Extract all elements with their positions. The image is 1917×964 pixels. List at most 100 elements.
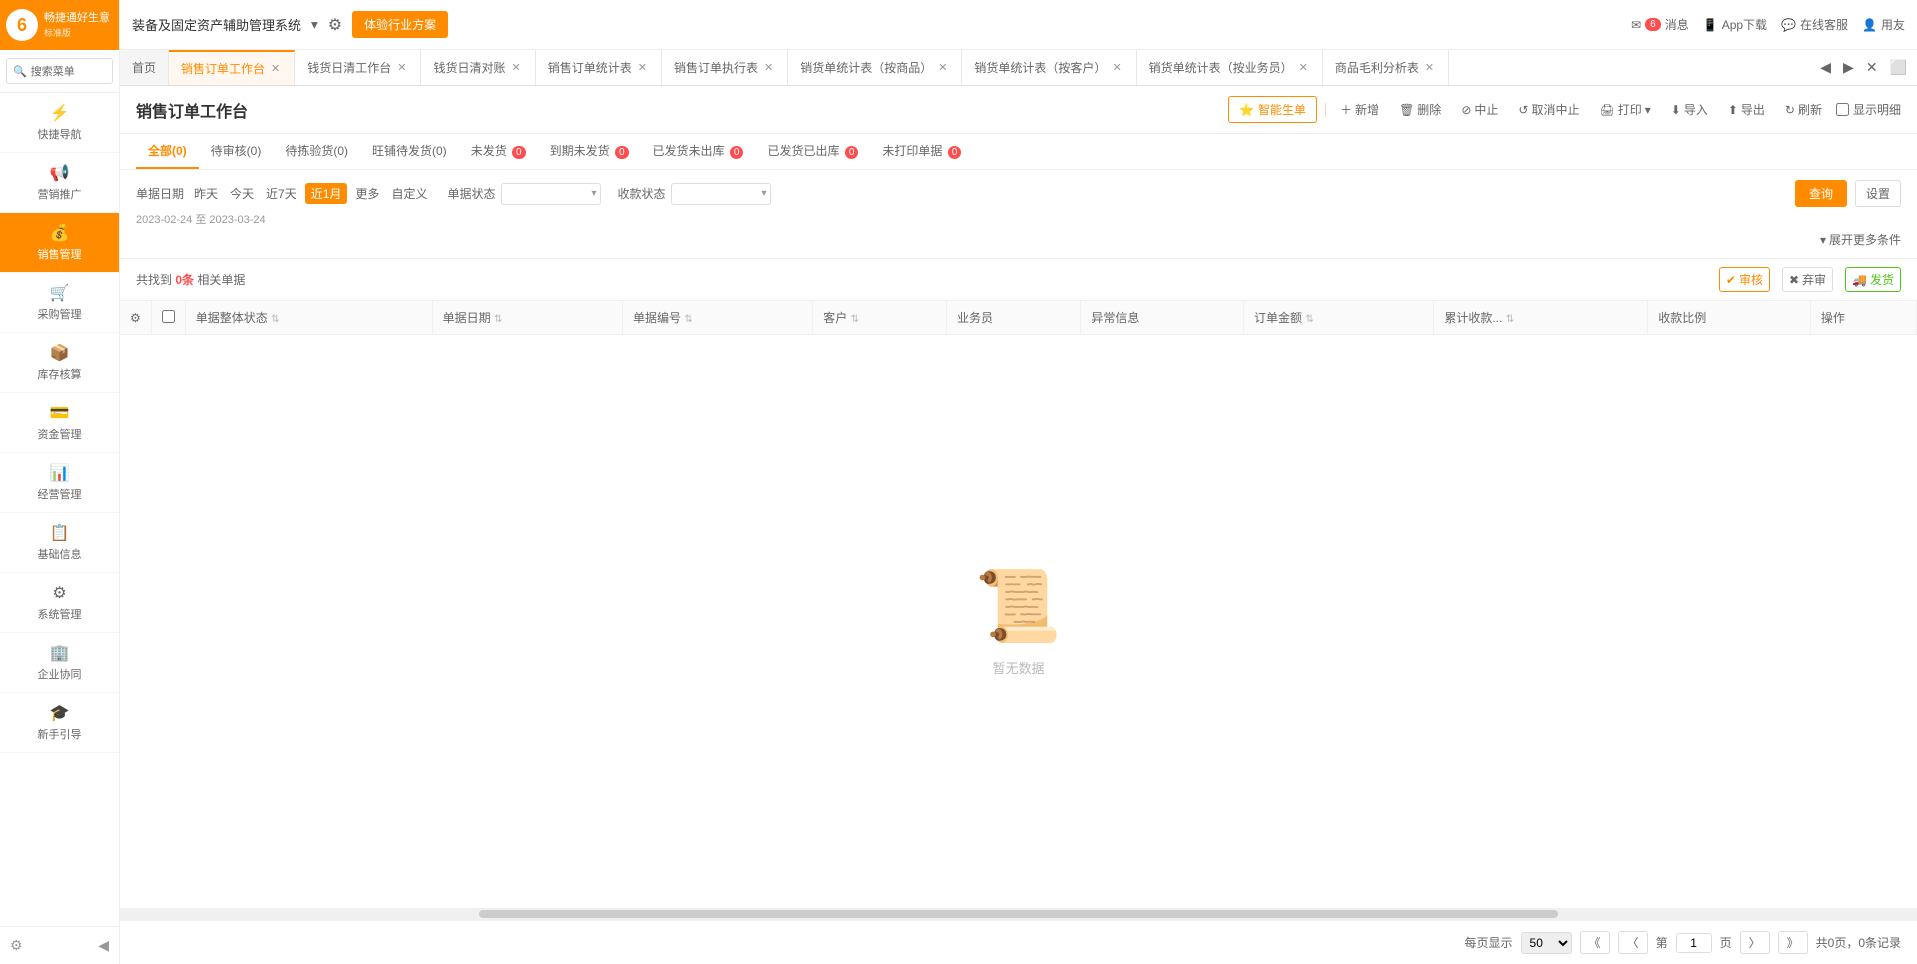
tab-margin-close[interactable]: ✕ [1423,61,1436,74]
tab-home[interactable]: 首页 [120,50,169,86]
tabs-maximize-button[interactable]: ⬜ [1886,57,1911,78]
next-page-button[interactable]: 〉 [1740,931,1770,954]
tabs-next-button[interactable]: ▶ [1839,57,1858,78]
topbar-settings-button[interactable]: ⚙ [328,15,342,35]
user-name-label: 用友 [1881,16,1905,33]
sub-tab-shipped-out[interactable]: 已发货已出库 0 [755,134,870,169]
sidebar-item-purchase[interactable]: 🛒 采购管理 [0,273,119,333]
filter-actions: 查询 设置 [1795,180,1901,207]
horizontal-scrollbar[interactable] [120,908,1917,920]
sidebar-item-sales[interactable]: 💰 销售管理 [0,213,119,273]
sidebar-settings-button[interactable]: ⚙ [10,937,23,954]
sub-tab-pending-review[interactable]: 待审核(0) [199,134,274,169]
tab-sales-stats[interactable]: 销售订单统计表 ✕ [536,50,662,86]
th-order-amount[interactable]: 订单金额 ⇅ [1244,301,1434,335]
th-settings[interactable]: ⚙ [120,301,151,335]
sidebar-item-guide[interactable]: 🎓 新手引导 [0,693,119,753]
page-number-input[interactable] [1676,933,1712,953]
tab-sales-exec[interactable]: 销售订单执行表 ✕ [662,50,788,86]
tab-sales-stats-close[interactable]: ✕ [636,61,649,74]
sub-tab-not-shipped-label: 未发货 [471,144,507,158]
batch-cancel-button[interactable]: ✖ 弃审 [1782,267,1833,292]
page-size-select[interactable]: 10 20 50 100 [1521,932,1572,954]
tab-shipment-customer-close[interactable]: ✕ [1110,61,1123,74]
date-btn-custom[interactable]: 自定义 [387,183,431,204]
sidebar-collapse-button[interactable]: ◀ [98,937,109,954]
date-btn-today[interactable]: 今天 [226,183,258,204]
show-detail-checkbox[interactable] [1836,103,1849,116]
tab-sales-workbench-close[interactable]: ✕ [269,62,282,75]
import-button[interactable]: ⬇ 导入 [1665,97,1714,122]
sub-tab-pending-inspect[interactable]: 待拣验货(0) [273,134,360,169]
date-btn-yesterday[interactable]: 昨天 [190,183,222,204]
expand-more-button[interactable]: ▾ 展开更多条件 [1820,231,1901,248]
payment-select[interactable] [671,183,771,205]
sidebar-item-system[interactable]: ⚙ 系统管理 [0,573,119,633]
stop-button[interactable]: ⊘ 中止 [1455,97,1504,122]
delete-button[interactable]: 🗑 删除 [1393,97,1447,122]
batch-review-button[interactable]: ✔ 审核 [1719,267,1770,292]
tab-cash-daily-close[interactable]: ✕ [395,61,408,74]
tab-shipment-staff-close[interactable]: ✕ [1297,61,1310,74]
prev-page-button[interactable]: 〈 [1618,931,1648,954]
sub-tab-shipped-not-out[interactable]: 已发货未出库 0 [641,134,756,169]
tabs-close-all-button[interactable]: ✕ [1862,57,1882,78]
query-button[interactable]: 查询 [1795,180,1847,207]
sidebar-item-marketing[interactable]: 📢 营销推广 [0,153,119,213]
sub-tab-wangpu[interactable]: 旺铺待发货(0) [360,134,459,169]
tab-shipment-staff[interactable]: 销货单统计表（按业务员） ✕ [1137,50,1323,86]
tab-shipment-customer[interactable]: 销货单统计表（按客户） ✕ [962,50,1136,86]
smart-create-button[interactable]: ⭐ 智能生单 [1228,96,1317,123]
sidebar-item-quick-nav[interactable]: ⚡ 快捷导航 [0,93,119,153]
sidebar-item-operation[interactable]: 📊 经营管理 [0,453,119,513]
tab-shipment-product-close[interactable]: ✕ [936,61,949,74]
th-doc-status[interactable]: 单据整体状态 ⇅ [185,301,432,335]
sidebar-item-finance[interactable]: 💳 资金管理 [0,393,119,453]
sidebar-item-inventory[interactable]: 📦 库存核算 [0,333,119,393]
tab-cash-daily[interactable]: 钱货日清工作台 ✕ [295,50,421,86]
th-customer[interactable]: 客户 ⇅ [813,301,947,335]
solution-button[interactable]: 体验行业方案 [352,11,448,38]
online-service-button[interactable]: 💬 在线客服 [1781,16,1848,33]
th-doc-no[interactable]: 单据编号 ⇅ [622,301,812,335]
tab-shipment-product[interactable]: 销货单统计表（按商品） ✕ [788,50,962,86]
select-all-checkbox[interactable] [162,310,175,323]
status-select[interactable] [501,183,601,205]
tab-margin[interactable]: 商品毛利分析表 ✕ [1323,50,1449,86]
cancel-stop-button[interactable]: ↺ 取消中止 [1512,97,1585,122]
search-menu-button[interactable]: 🔍 搜索菜单 [6,58,113,84]
sub-tab-not-printed[interactable]: 未打印单据 0 [870,134,973,169]
sidebar-item-enterprise[interactable]: 🏢 企业协同 [0,633,119,693]
status-select-wrap [501,183,601,205]
first-page-button[interactable]: 《 [1580,931,1610,954]
th-cumulative[interactable]: 累计收款... ⇅ [1434,301,1648,335]
app-download-button[interactable]: 📱 App下载 [1703,16,1767,33]
tab-sales-workbench[interactable]: 销售订单工作台 ✕ [169,50,295,86]
tab-sales-exec-close[interactable]: ✕ [762,61,775,74]
date-btn-more[interactable]: 更多 [351,183,383,204]
date-btn-last1month[interactable]: 近1月 [305,183,348,204]
sort-doc-status-icon: ⇅ [271,314,279,325]
th-doc-date[interactable]: 单据日期 ⇅ [432,301,622,335]
tab-cash-reconcile[interactable]: 钱货日清对账 ✕ [421,50,535,86]
sub-tab-all[interactable]: 全部(0) [136,134,199,169]
tabs-prev-button[interactable]: ◀ [1816,57,1835,78]
last-page-button[interactable]: 》 [1778,931,1808,954]
sub-tab-wangpu-label: 旺铺待发货(0) [372,144,447,158]
page-content: 销售订单工作台 ⭐ 智能生单 ＋ 新增 🗑 删除 ⊘ 中止 [120,86,1917,964]
message-button[interactable]: ✉ 6 消息 [1631,16,1689,33]
sub-tab-not-shipped[interactable]: 未发货 0 [459,134,538,169]
new-button[interactable]: ＋ 新增 [1334,97,1385,122]
tab-cash-reconcile-close[interactable]: ✕ [510,61,523,74]
refresh-button[interactable]: ↻ 刷新 [1779,97,1828,122]
print-button[interactable]: 🖨 打印 ▾ [1593,97,1656,122]
show-detail-checkbox-label[interactable]: 显示明细 [1836,101,1901,118]
sub-tab-expired[interactable]: 到期未发货 0 [538,134,641,169]
batch-deliver-button[interactable]: 🚚 发货 [1845,267,1901,292]
date-btn-last7[interactable]: 近7天 [262,183,301,204]
system-title-dropdown[interactable]: ▾ [311,17,318,33]
export-button[interactable]: ⬆ 导出 [1722,97,1771,122]
user-menu-button[interactable]: 👤 用友 [1862,16,1905,33]
filter-settings-button[interactable]: 设置 [1855,180,1901,207]
sidebar-item-basic[interactable]: 📋 基础信息 [0,513,119,573]
